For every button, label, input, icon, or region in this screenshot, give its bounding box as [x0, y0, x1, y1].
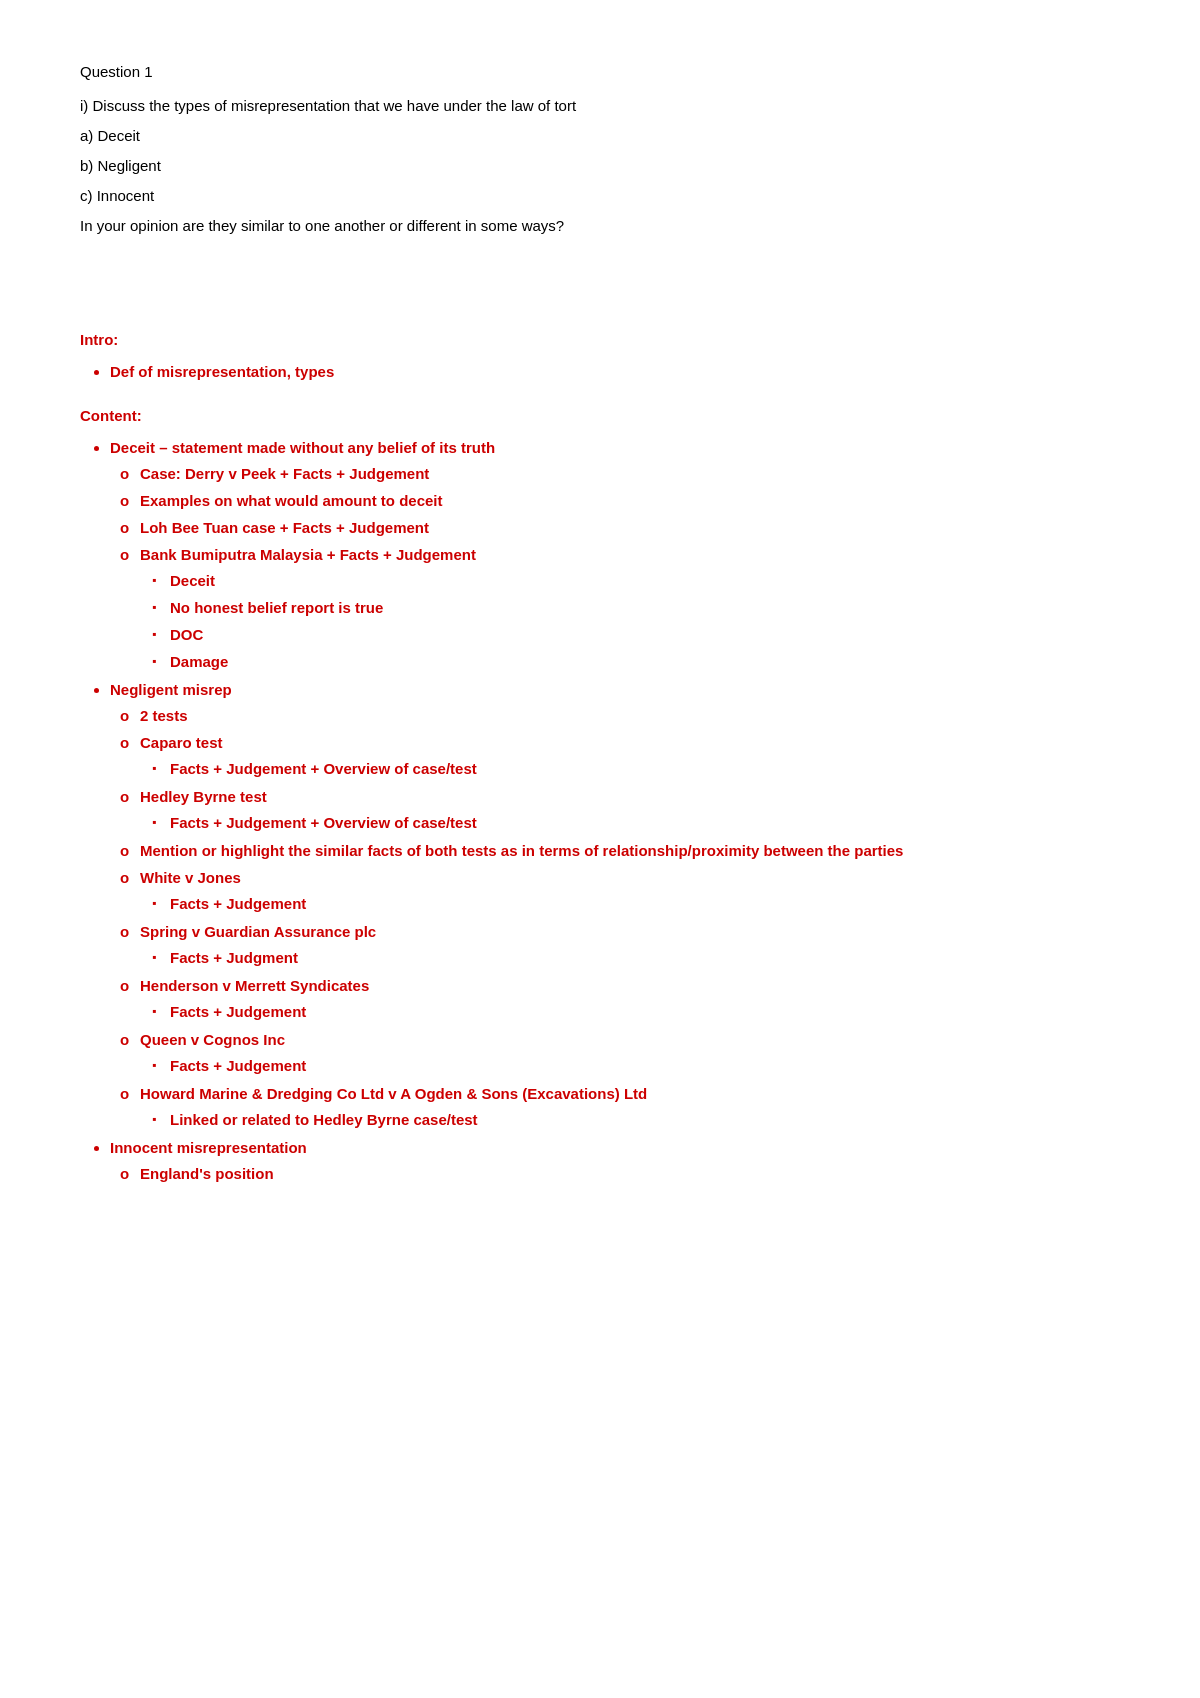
content-subitem-0-2: Loh Bee Tuan case + Facts + Judgement — [140, 516, 1120, 540]
content-subitem-1-2: Hedley Byrne testFacts + Judgement + Ove… — [140, 785, 1120, 835]
content-subitem-1-7: Queen v Cognos IncFacts + Judgement — [140, 1028, 1120, 1078]
question-line5: In your opinion are they similar to one … — [80, 214, 1120, 238]
intro-item1: Def of misrepresentation, types — [110, 360, 1120, 384]
content-subsubitem-1-6-0: Facts + Judgement — [170, 1000, 1120, 1024]
content-subitem-1-3: Mention or highlight the similar facts o… — [140, 839, 1120, 863]
content-item-2: Innocent misrepresentationEngland's posi… — [110, 1136, 1120, 1186]
content-subitem-0-0: Case: Derry v Peek + Facts + Judgement — [140, 462, 1120, 486]
content-subsubitem-1-8-0: Linked or related to Hedley Byrne case/t… — [170, 1108, 1120, 1132]
question-line3: b) Negligent — [80, 154, 1120, 178]
content-subsubitem-1-5-0: Facts + Judgment — [170, 946, 1120, 970]
content-subitem-0-1: Examples on what would amount to deceit — [140, 489, 1120, 513]
content-subitem-1-8: Howard Marine & Dredging Co Ltd v A Ogde… — [140, 1082, 1120, 1132]
content-item-0: Deceit – statement made without any beli… — [110, 436, 1120, 674]
intro-list: Def of misrepresentation, types — [80, 360, 1120, 384]
content-subsubitem-0-3-1: No honest belief report is true — [170, 596, 1120, 620]
content-subitem-1-0: 2 tests — [140, 704, 1120, 728]
question-line2: a) Deceit — [80, 124, 1120, 148]
intro-heading: Intro: — [80, 328, 1120, 352]
content-subsubitem-0-3-3: Damage — [170, 650, 1120, 674]
content-subitem-1-6: Henderson v Merrett SyndicatesFacts + Ju… — [140, 974, 1120, 1024]
content-subsubitem-0-3-2: DOC — [170, 623, 1120, 647]
content-section: Content: Deceit – statement made without… — [80, 404, 1120, 1186]
question-line1: i) Discuss the types of misrepresentatio… — [80, 94, 1120, 118]
question-line4: c) Innocent — [80, 184, 1120, 208]
question-section: Question 1 i) Discuss the types of misre… — [80, 60, 1120, 238]
content-subsubitem-0-3-0: Deceit — [170, 569, 1120, 593]
content-item-1: Negligent misrep2 testsCaparo testFacts … — [110, 678, 1120, 1132]
content-subsubitem-1-1-0: Facts + Judgement + Overview of case/tes… — [170, 757, 1120, 781]
content-heading: Content: — [80, 404, 1120, 428]
content-subsubitem-1-4-0: Facts + Judgement — [170, 892, 1120, 916]
question-title: Question 1 — [80, 60, 1120, 84]
content-subitem-1-5: Spring v Guardian Assurance plcFacts + J… — [140, 920, 1120, 970]
content-subitem-2-0: England's position — [140, 1162, 1120, 1186]
content-subsubitem-1-7-0: Facts + Judgement — [170, 1054, 1120, 1078]
content-list: Deceit – statement made without any beli… — [80, 436, 1120, 1186]
intro-section: Intro: Def of misrepresentation, types — [80, 328, 1120, 384]
content-subitem-1-4: White v JonesFacts + Judgement — [140, 866, 1120, 916]
content-subitem-1-1: Caparo testFacts + Judgement + Overview … — [140, 731, 1120, 781]
content-subsubitem-1-2-0: Facts + Judgement + Overview of case/tes… — [170, 811, 1120, 835]
content-subitem-0-3: Bank Bumiputra Malaysia + Facts + Judgem… — [140, 543, 1120, 674]
